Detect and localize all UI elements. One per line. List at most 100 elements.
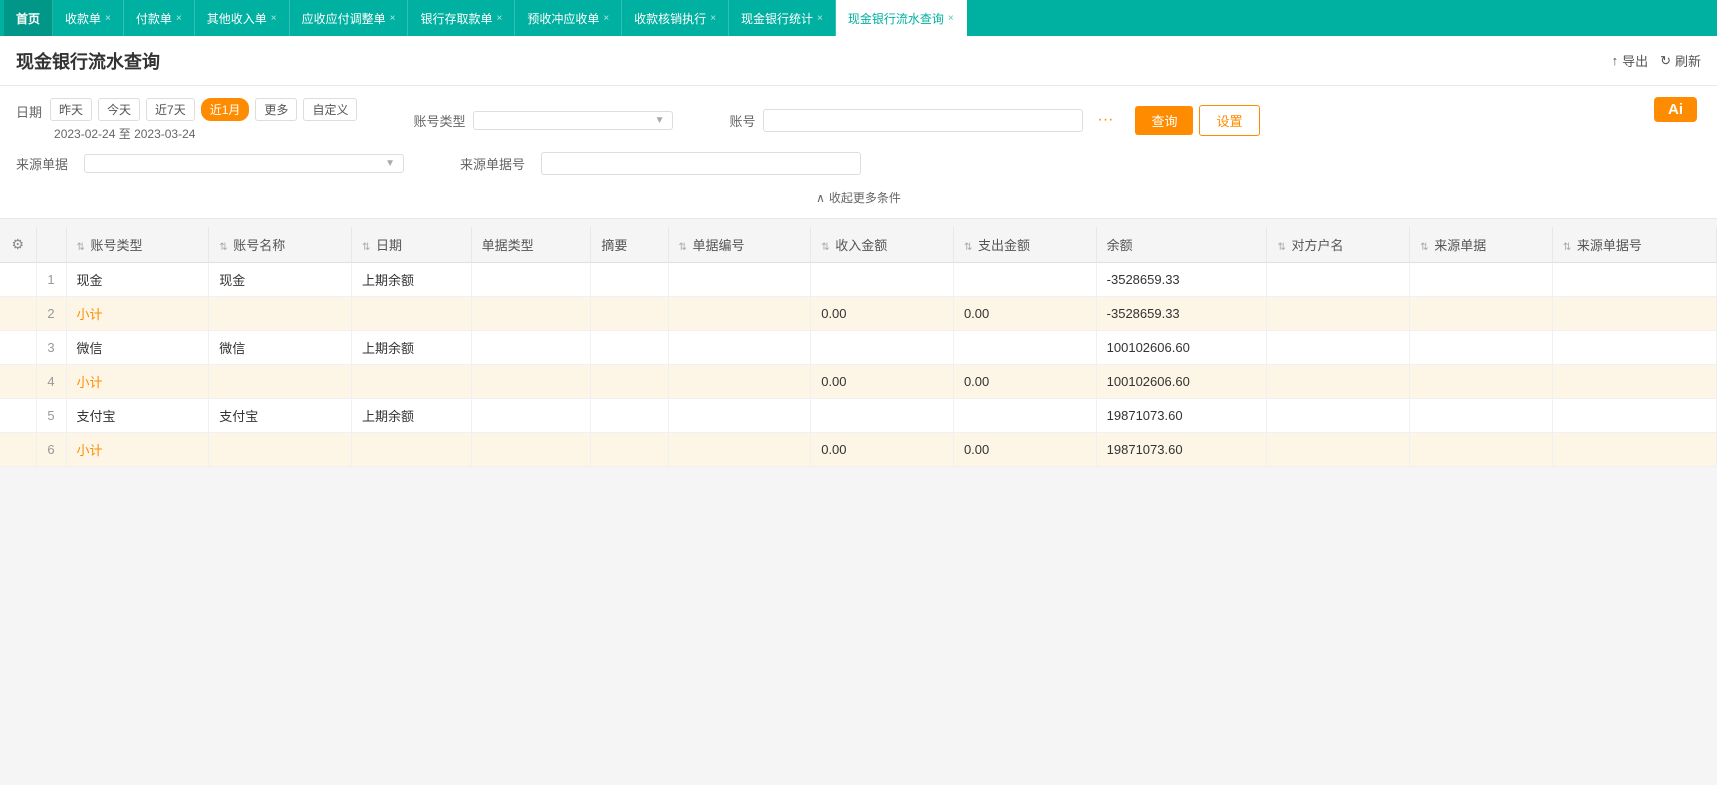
sort-icon: ⇅	[77, 242, 85, 253]
close-icon[interactable]: ×	[271, 13, 277, 24]
nav-tab-xianjinliushui[interactable]: 现金银行流水查询 ×	[836, 0, 967, 36]
col-income[interactable]: ⇅ 收入金额	[811, 227, 954, 263]
filter-row-1: 日期 昨天 今天 近7天 近1月 更多 自定义 2023-02-24 至 202…	[16, 98, 1701, 142]
cell-summary	[591, 297, 668, 331]
col-source-doc-no[interactable]: ⇅ 来源单据号	[1552, 227, 1716, 263]
collapse-up-icon: ∧	[816, 191, 825, 205]
filter-row-2: 来源单据 ▼ 来源单据号	[16, 152, 1701, 175]
nav-tab-yingshoutiaozheng[interactable]: 应收应付调整单 ×	[290, 0, 409, 36]
account-no-group: 账号 ···	[729, 109, 1119, 132]
data-table: ⚙ ⇅ 账号类型 ⇅ 账号名称 ⇅ 日期 单据类型	[0, 227, 1717, 467]
action-buttons-group: 查询 设置	[1135, 105, 1259, 136]
nav-tab-yushouxiaoying[interactable]: 预收冲应收单 ×	[515, 0, 622, 36]
account-type-group: 账号类型 ▼	[413, 111, 673, 130]
cell-summary	[591, 331, 668, 365]
cell-account-type: 微信	[66, 331, 209, 365]
cell-expense	[953, 399, 1096, 433]
col-counterparty[interactable]: ⇅ 对方户名	[1267, 227, 1410, 263]
tab-label: 现金银行流水查询	[848, 10, 944, 27]
cell-doc-type	[471, 365, 591, 399]
date-options-group: 昨天 今天 近7天 近1月 更多 自定义 2023-02-24 至 2023-0…	[50, 98, 357, 142]
source-doc-select[interactable]: ▼	[84, 154, 404, 173]
cell-expense	[953, 331, 1096, 365]
account-input[interactable]	[763, 109, 1083, 132]
col-account-name[interactable]: ⇅ 账号名称	[209, 227, 352, 263]
nav-tab-shoukuan[interactable]: 收款单 ×	[53, 0, 124, 36]
table-row[interactable]: 4小计0.000.00100102606.60	[0, 365, 1717, 399]
column-settings[interactable]: ⚙	[0, 227, 36, 263]
col-expense[interactable]: ⇅ 支出金额	[953, 227, 1096, 263]
col-source-doc[interactable]: ⇅ 来源单据	[1410, 227, 1553, 263]
cell-income	[811, 331, 954, 365]
export-icon: ↑	[1612, 53, 1619, 68]
close-icon[interactable]: ×	[176, 13, 182, 24]
ai-button[interactable]: Ai	[1654, 97, 1697, 122]
nav-tab-yinhangcunqu[interactable]: 银行存取款单 ×	[408, 0, 515, 36]
close-icon[interactable]: ×	[948, 13, 954, 24]
col-account-type[interactable]: ⇅ 账号类型	[66, 227, 209, 263]
nav-home-label: 首页	[16, 10, 40, 27]
date-btn-today[interactable]: 今天	[98, 98, 140, 121]
cell-doc-no	[668, 297, 811, 331]
date-options: 昨天 今天 近7天 近1月 更多 自定义	[50, 98, 357, 121]
cell-gear	[0, 263, 36, 297]
cell-counterparty	[1267, 399, 1410, 433]
tab-label: 现金银行统计	[741, 10, 813, 27]
col-doc-no[interactable]: ⇅ 单据编号	[668, 227, 811, 263]
nav-tab-shoukuanzhixing[interactable]: 收款核销执行 ×	[622, 0, 729, 36]
cell-doc-type	[471, 297, 591, 331]
table-row[interactable]: 6小计0.000.0019871073.60	[0, 433, 1717, 467]
date-btn-custom[interactable]: 自定义	[303, 98, 357, 121]
refresh-label: 刷新	[1675, 51, 1701, 70]
sort-icon: ⇅	[1420, 242, 1428, 253]
dots-button[interactable]: ···	[1091, 111, 1119, 129]
cell-summary	[591, 399, 668, 433]
close-icon[interactable]: ×	[496, 13, 502, 24]
date-btn-7days[interactable]: 近7天	[146, 98, 195, 121]
close-icon[interactable]: ×	[390, 13, 396, 24]
cell-num: 6	[36, 433, 66, 467]
export-button[interactable]: ↑ 导出	[1612, 51, 1649, 70]
refresh-button[interactable]: ↻ 刷新	[1660, 51, 1701, 70]
cell-doc-no	[668, 263, 811, 297]
table-row[interactable]: 1现金现金上期余额-3528659.33	[0, 263, 1717, 297]
cell-source-doc-no	[1552, 433, 1716, 467]
cell-summary	[591, 365, 668, 399]
close-icon[interactable]: ×	[603, 13, 609, 24]
gear-icon[interactable]: ⚙	[11, 236, 24, 252]
date-btn-more[interactable]: 更多	[255, 98, 297, 121]
settings-button[interactable]: 设置	[1199, 105, 1259, 136]
nav-tab-xianjintongji[interactable]: 现金银行统计 ×	[729, 0, 836, 36]
nav-home[interactable]: 首页	[4, 0, 53, 36]
nav-tab-fukuan[interactable]: 付款单 ×	[124, 0, 195, 36]
col-date[interactable]: ⇅ 日期	[351, 227, 471, 263]
cell-income: 0.00	[811, 433, 954, 467]
col-num	[36, 227, 66, 263]
table-row[interactable]: 2小计0.000.00-3528659.33	[0, 297, 1717, 331]
tab-label: 付款单	[136, 10, 172, 27]
cell-account-type: 小计	[66, 433, 209, 467]
account-type-select[interactable]: ▼	[473, 111, 673, 130]
cell-counterparty	[1267, 365, 1410, 399]
source-doc-num-input[interactable]	[541, 152, 861, 175]
close-icon[interactable]: ×	[710, 13, 716, 24]
cell-counterparty	[1267, 297, 1410, 331]
cell-source-doc-no	[1552, 399, 1716, 433]
cell-income	[811, 263, 954, 297]
date-btn-1month[interactable]: 近1月	[201, 98, 250, 121]
close-icon[interactable]: ×	[817, 13, 823, 24]
refresh-icon: ↻	[1660, 53, 1671, 69]
date-btn-yesterday[interactable]: 昨天	[50, 98, 92, 121]
query-button[interactable]: 查询	[1135, 106, 1193, 135]
cell-gear	[0, 433, 36, 467]
table-row[interactable]: 5支付宝支付宝上期余额19871073.60	[0, 399, 1717, 433]
filter-area: 日期 昨天 今天 近7天 近1月 更多 自定义 2023-02-24 至 202…	[0, 86, 1717, 219]
cell-balance: -3528659.33	[1096, 297, 1267, 331]
cell-account-name: 支付宝	[209, 399, 352, 433]
collapse-bar[interactable]: ∧ 收起更多条件	[16, 185, 1701, 206]
nav-tab-qitashouru[interactable]: 其他收入单 ×	[195, 0, 290, 36]
cell-num: 4	[36, 365, 66, 399]
cell-gear	[0, 365, 36, 399]
table-row[interactable]: 3微信微信上期余额100102606.60	[0, 331, 1717, 365]
close-icon[interactable]: ×	[105, 13, 111, 24]
